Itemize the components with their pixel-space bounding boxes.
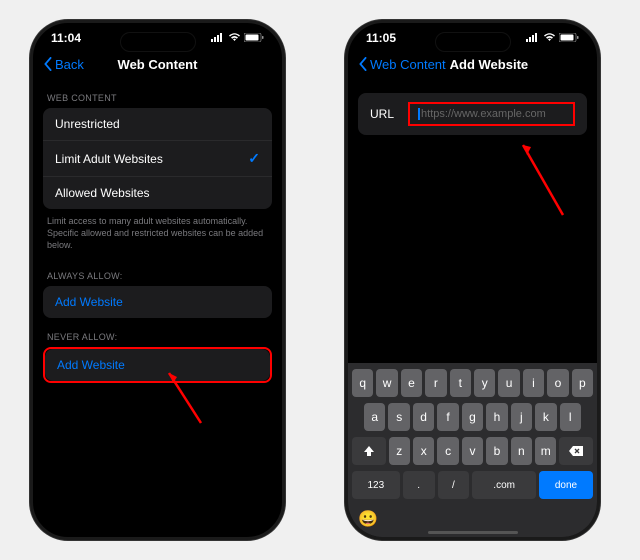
dotcom-key[interactable]: .com bbox=[472, 471, 536, 499]
signal-icon bbox=[526, 31, 540, 45]
key-n[interactable]: n bbox=[511, 437, 532, 465]
signal-icon bbox=[211, 31, 225, 45]
key-z[interactable]: z bbox=[389, 437, 410, 465]
emoji-key[interactable]: 😀 bbox=[358, 509, 378, 529]
add-website-never[interactable]: Add Website bbox=[45, 349, 270, 381]
section-never-allow: NEVER ALLOW: bbox=[33, 318, 282, 347]
shift-key[interactable] bbox=[352, 437, 386, 465]
checkmark-icon: ✓ bbox=[248, 150, 260, 167]
dynamic-island bbox=[435, 32, 511, 52]
keyboard-row-2: asdfghjkl bbox=[352, 403, 593, 431]
backspace-key[interactable] bbox=[559, 437, 593, 465]
key-j[interactable]: j bbox=[511, 403, 532, 431]
key-k[interactable]: k bbox=[535, 403, 556, 431]
phone-right: 11:05 Web Content Add Website URL https:… bbox=[345, 20, 600, 540]
key-x[interactable]: x bbox=[413, 437, 434, 465]
keyboard-row-1: qwertyuiop bbox=[352, 369, 593, 397]
key-w[interactable]: w bbox=[376, 369, 397, 397]
key-t[interactable]: t bbox=[450, 369, 471, 397]
nav-bar: Back Web Content bbox=[33, 49, 282, 79]
numbers-key[interactable]: 123 bbox=[352, 471, 400, 499]
key-h[interactable]: h bbox=[486, 403, 507, 431]
url-input[interactable]: https://www.example.com bbox=[418, 108, 565, 120]
always-allow-group: Add Website bbox=[43, 286, 272, 318]
dynamic-island bbox=[120, 32, 196, 52]
phone-left: 11:04 Back Web Content WEB CONTENT Unres… bbox=[30, 20, 285, 540]
nav-bar: Web Content Add Website bbox=[348, 49, 597, 79]
annotation-arrow-left bbox=[161, 363, 211, 433]
never-allow-group: Add Website bbox=[45, 349, 270, 381]
key-q[interactable]: q bbox=[352, 369, 373, 397]
slash-key[interactable]: / bbox=[438, 471, 470, 499]
keyboard: qwertyuiop asdfghjkl zxcvbnm 123 . / .co… bbox=[348, 363, 597, 537]
page-title: Add Website bbox=[450, 57, 529, 72]
web-content-options: Unrestricted Limit Adult Websites✓ Allow… bbox=[43, 108, 272, 209]
key-m[interactable]: m bbox=[535, 437, 556, 465]
key-b[interactable]: b bbox=[486, 437, 507, 465]
key-a[interactable]: a bbox=[364, 403, 385, 431]
key-s[interactable]: s bbox=[388, 403, 409, 431]
back-button[interactable]: Back bbox=[43, 57, 84, 72]
key-o[interactable]: o bbox=[547, 369, 568, 397]
home-indicator[interactable] bbox=[428, 531, 518, 534]
status-icons bbox=[526, 31, 579, 45]
option-unrestricted[interactable]: Unrestricted bbox=[43, 108, 272, 141]
key-e[interactable]: e bbox=[401, 369, 422, 397]
page-title: Web Content bbox=[118, 57, 198, 72]
battery-icon bbox=[244, 31, 264, 45]
key-v[interactable]: v bbox=[462, 437, 483, 465]
chevron-left-icon bbox=[358, 57, 368, 71]
key-y[interactable]: y bbox=[474, 369, 495, 397]
key-g[interactable]: g bbox=[462, 403, 483, 431]
back-button[interactable]: Web Content bbox=[358, 57, 446, 72]
key-p[interactable]: p bbox=[572, 369, 593, 397]
option-limit-adult[interactable]: Limit Adult Websites✓ bbox=[43, 141, 272, 177]
section-web-content: WEB CONTENT bbox=[33, 79, 282, 108]
url-label: URL bbox=[370, 107, 394, 121]
url-row: URL https://www.example.com bbox=[358, 93, 587, 135]
highlight-box-left: Add Website bbox=[43, 347, 272, 383]
wifi-icon bbox=[543, 31, 556, 45]
key-u[interactable]: u bbox=[498, 369, 519, 397]
keyboard-row-4: 123 . / .com done bbox=[352, 471, 593, 499]
dot-key[interactable]: . bbox=[403, 471, 435, 499]
time: 11:05 bbox=[366, 31, 396, 45]
section-always-allow: ALWAYS ALLOW: bbox=[33, 257, 282, 286]
time: 11:04 bbox=[51, 31, 81, 45]
key-i[interactable]: i bbox=[523, 369, 544, 397]
chevron-left-icon bbox=[43, 57, 53, 71]
key-l[interactable]: l bbox=[560, 403, 581, 431]
status-icons bbox=[211, 31, 264, 45]
done-key[interactable]: done bbox=[539, 471, 593, 499]
key-d[interactable]: d bbox=[413, 403, 434, 431]
wifi-icon bbox=[228, 31, 241, 45]
key-r[interactable]: r bbox=[425, 369, 446, 397]
annotation-arrow-right bbox=[513, 135, 573, 225]
key-c[interactable]: c bbox=[437, 437, 458, 465]
keyboard-row-3: zxcvbnm bbox=[352, 437, 593, 465]
battery-icon bbox=[559, 31, 579, 45]
option-allowed[interactable]: Allowed Websites bbox=[43, 177, 272, 209]
add-website-always[interactable]: Add Website bbox=[43, 286, 272, 318]
highlight-box-right: https://www.example.com bbox=[408, 102, 575, 126]
back-label: Back bbox=[55, 57, 84, 72]
back-label: Web Content bbox=[370, 57, 446, 72]
key-f[interactable]: f bbox=[437, 403, 458, 431]
footer-text: Limit access to many adult websites auto… bbox=[33, 209, 282, 257]
